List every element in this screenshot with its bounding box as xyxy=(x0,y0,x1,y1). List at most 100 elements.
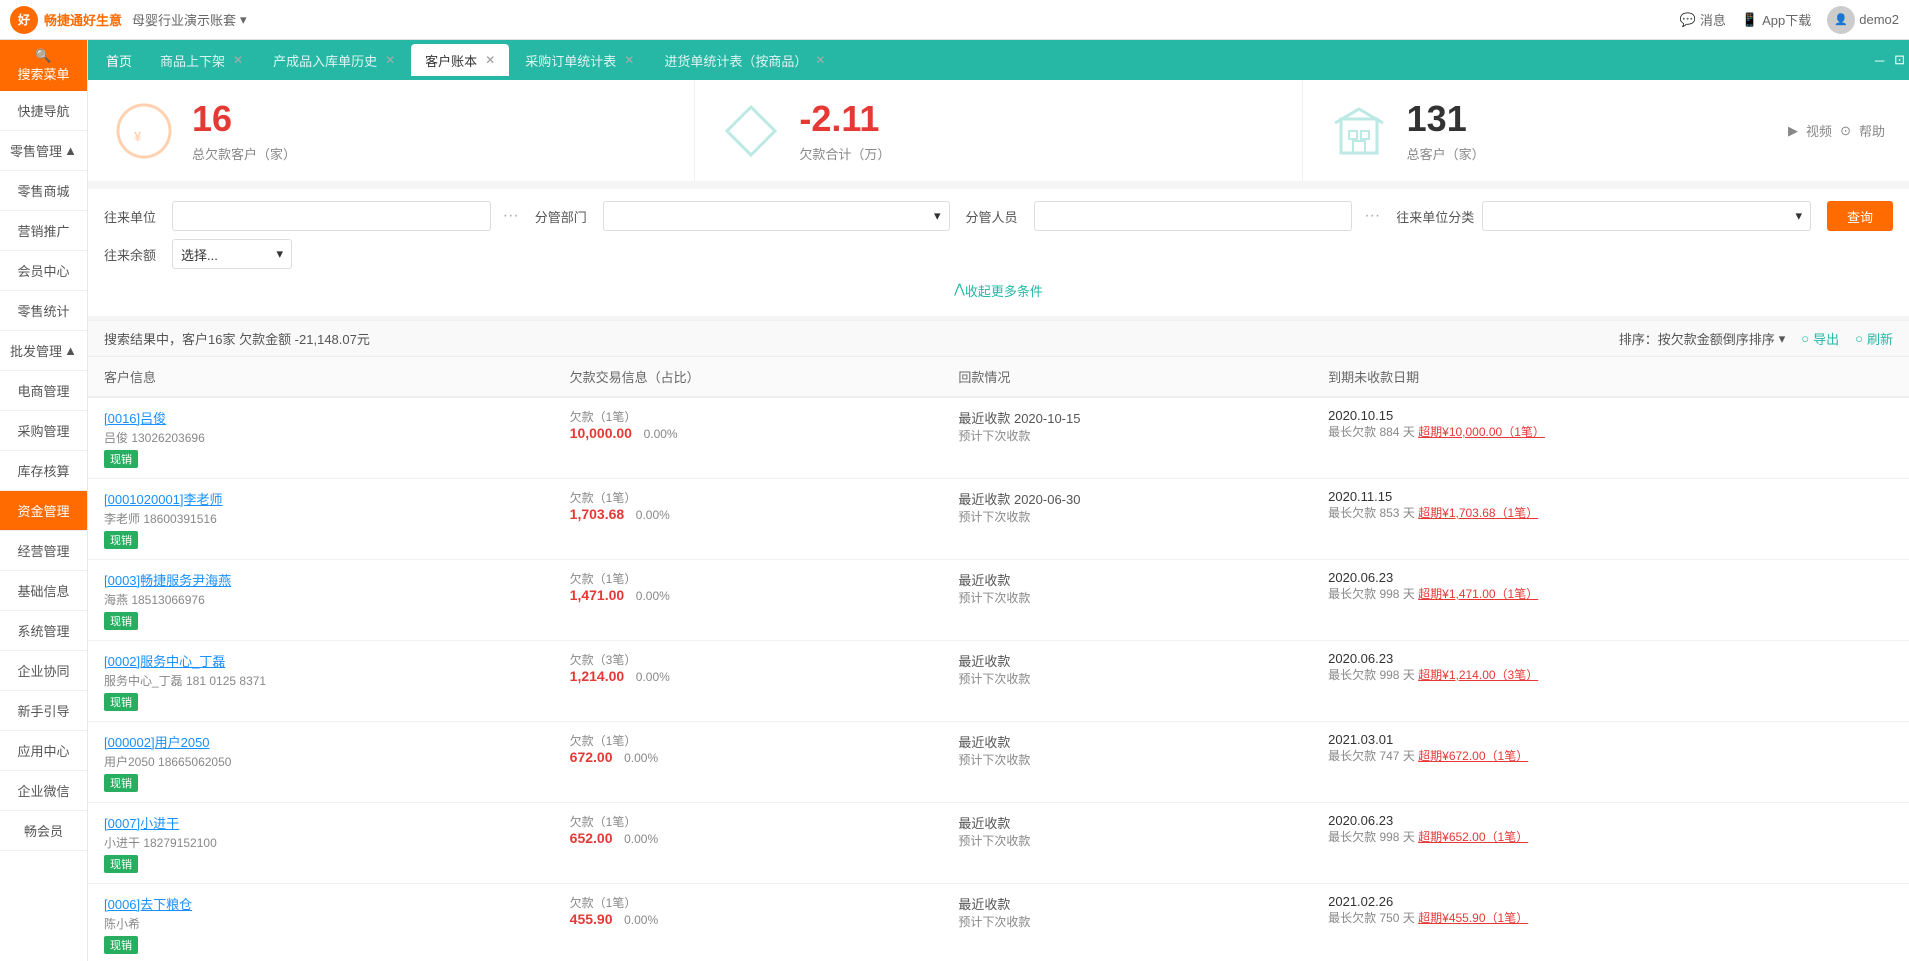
debt-amount-2[interactable]: 1,471.00 xyxy=(570,587,625,603)
window-minimize-icon[interactable]: － xyxy=(1873,51,1886,70)
debt-count-6: 欠款（1笔） xyxy=(570,894,927,911)
tab-finished-goods[interactable]: 产成品入库单历史 ✕ xyxy=(259,44,409,76)
sidebar-item-newbie[interactable]: 新手引导 xyxy=(0,691,87,731)
sidebar-item-retail-mgmt[interactable]: 零售管理▲ xyxy=(0,131,87,171)
tab-product-listing[interactable]: 商品上下架 ✕ xyxy=(146,44,257,76)
overdue-amt-2[interactable]: 超期¥1,471.00（1笔） xyxy=(1418,587,1538,601)
user-area[interactable]: 👤 demo2 xyxy=(1827,6,1899,34)
sidebar-item-wecom[interactable]: 企业微信 xyxy=(0,771,87,811)
filter-balance-label: 往来余额 xyxy=(104,245,164,264)
customer-name-4[interactable]: [000002]用户2050 xyxy=(104,732,538,751)
cell-due-0: 2020.10.15 最长欠款 884 天 超期¥10,000.00（1笔） xyxy=(1312,397,1909,479)
chevron-down-icon: ▾ xyxy=(1795,208,1802,224)
top-bar-right: 💬 消息 📱 App下载 👤 demo2 xyxy=(1680,6,1899,34)
filter-unit-dots[interactable]: ··· xyxy=(503,207,519,225)
filter-unit-input[interactable] xyxy=(172,201,491,231)
sidebar-item-basic-info[interactable]: 基础信息 xyxy=(0,571,87,611)
cell-customer-1: [0001020001]李老师 李老师 18600391516 现销 xyxy=(88,479,554,560)
tab-goods-summary[interactable]: 进货单统计表（按商品） ✕ xyxy=(650,44,839,76)
debt-amount-5[interactable]: 652.00 xyxy=(570,830,613,846)
stat-debt-customers-info: 16 总欠款客户（家） xyxy=(192,98,296,163)
overdue-amt-3[interactable]: 超期¥1,214.00（3笔） xyxy=(1418,668,1538,682)
filter-unit: 往来单位 ··· xyxy=(104,201,519,231)
debt-count-5: 欠款（1笔） xyxy=(570,813,927,830)
tab-customer-account-close[interactable]: ✕ xyxy=(485,53,495,67)
debt-amount-4[interactable]: 672.00 xyxy=(570,749,613,765)
sidebar-item-apps[interactable]: 应用中心 xyxy=(0,731,87,771)
window-maximize-icon[interactable]: ⊡ xyxy=(1894,52,1905,68)
tab-purchase-summary[interactable]: 采购订单统计表 ✕ xyxy=(511,44,648,76)
sidebar-search[interactable]: 🔍 搜索菜单 xyxy=(0,40,87,91)
filter-category: 往来单位分类 ▾ xyxy=(1396,201,1811,231)
tab-finished-goods-close[interactable]: ✕ xyxy=(385,53,395,67)
customer-name-1[interactable]: [0001020001]李老师 xyxy=(104,489,538,508)
table-row: [0002]服务中心_丁磊 服务中心_丁磊 181 0125 8371 现销 欠… xyxy=(88,641,1909,722)
cell-debt-3: 欠款（3笔） 1,214.00 0.00% xyxy=(554,641,943,722)
overdue-amt-0[interactable]: 超期¥10,000.00（1笔） xyxy=(1418,425,1545,439)
collapse-row[interactable]: ⋀ 收起更多条件 xyxy=(104,277,1893,304)
tab-goods-summary-close[interactable]: ✕ xyxy=(815,53,825,67)
export-button[interactable]: ○ 导出 xyxy=(1801,329,1839,348)
last-collect-4: 最近收款 xyxy=(958,732,1296,751)
filter-category-select[interactable]: ▾ xyxy=(1482,201,1811,231)
overdue-amt-4[interactable]: 超期¥672.00（1笔） xyxy=(1418,749,1528,763)
results-summary: 搜索结果中，客户16家 欠款金额 -21,148.07元 xyxy=(104,329,370,348)
debt-amount-6[interactable]: 455.90 xyxy=(570,911,613,927)
overdue-amt-6[interactable]: 超期¥455.90（1笔） xyxy=(1418,911,1528,925)
tab-purchase-summary-label: 采购订单统计表 xyxy=(525,51,616,70)
customer-tag-1: 现销 xyxy=(104,531,138,549)
table-row: [0006]去下粮仓 陈小希 现销 欠款（1笔） 455.90 0.00% 最近… xyxy=(88,884,1909,961)
sidebar-item-changhui[interactable]: 畅会员 xyxy=(0,811,87,851)
tab-product-listing-close[interactable]: ✕ xyxy=(233,53,243,67)
cell-collect-3: 最近收款 预计下次收款 xyxy=(942,641,1312,722)
cell-debt-6: 欠款（1笔） 455.90 0.00% xyxy=(554,884,943,961)
sidebar-item-quick-nav[interactable]: 快捷导航 xyxy=(0,91,87,131)
overdue-amt-5[interactable]: 超期¥652.00（1笔） xyxy=(1418,830,1528,844)
app-download-button[interactable]: 📱 App下载 xyxy=(1742,10,1811,29)
sidebar-item-retail-stats[interactable]: 零售统计 xyxy=(0,291,87,331)
sidebar-item-system[interactable]: 系统管理 xyxy=(0,611,87,651)
cell-customer-4: [000002]用户2050 用户2050 18665062050 现销 xyxy=(88,722,554,803)
due-date-5: 2020.06.23 xyxy=(1328,813,1893,828)
customer-name-0[interactable]: [0016]吕俊 xyxy=(104,408,538,427)
message-button[interactable]: 💬 消息 xyxy=(1680,10,1726,29)
next-collect-4: 预计下次收款 xyxy=(958,751,1296,768)
customer-name-5[interactable]: [0007]小进干 xyxy=(104,813,538,832)
brand-select[interactable]: 母婴行业演示账套 ▾ xyxy=(132,10,247,29)
tab-purchase-summary-close[interactable]: ✕ xyxy=(624,53,634,67)
cell-collect-5: 最近收款 预计下次收款 xyxy=(942,803,1312,884)
sidebar-item-finance[interactable]: 资金管理 xyxy=(0,491,87,531)
refresh-button[interactable]: ○ 刷新 xyxy=(1855,329,1893,348)
cell-customer-3: [0002]服务中心_丁磊 服务中心_丁磊 181 0125 8371 现销 xyxy=(88,641,554,722)
debt-amount-3[interactable]: 1,214.00 xyxy=(570,668,625,684)
customer-name-6[interactable]: [0006]去下粮仓 xyxy=(104,894,538,913)
sidebar-item-marketing[interactable]: 营销推广 xyxy=(0,211,87,251)
overdue-amt-1[interactable]: 超期¥1,703.68（1笔） xyxy=(1418,506,1538,520)
sidebar-item-operation[interactable]: 经营管理 xyxy=(0,531,87,571)
debt-amount-1[interactable]: 1,703.68 xyxy=(570,506,625,522)
last-collect-0: 最近收款 2020-10-15 xyxy=(958,408,1296,427)
query-button[interactable]: 查询 xyxy=(1827,201,1893,231)
sidebar-item-ecom[interactable]: 电商管理 xyxy=(0,371,87,411)
debt-pct-1: 0.00% xyxy=(636,508,670,522)
filter-person-input[interactable] xyxy=(1034,201,1353,231)
filter-person-dots[interactable]: ··· xyxy=(1364,207,1380,225)
sidebar-item-wholesale[interactable]: 批发管理▲ xyxy=(0,331,87,371)
sidebar-item-enterprise[interactable]: 企业协同 xyxy=(0,651,87,691)
tab-customer-account[interactable]: 客户账本 ✕ xyxy=(411,44,509,76)
sidebar-item-purchase[interactable]: 采购管理 xyxy=(0,411,87,451)
sidebar-item-retail-mall[interactable]: 零售商城 xyxy=(0,171,87,211)
message-icon: 💬 xyxy=(1680,12,1696,28)
customer-phone-3: 服务中心_丁磊 181 0125 8371 xyxy=(104,672,538,689)
last-collect-2: 最近收款 xyxy=(958,570,1296,589)
sidebar-item-member[interactable]: 会员中心 xyxy=(0,251,87,291)
sort-button[interactable]: 排序：按欠款金额倒序排序 ▾ xyxy=(1619,329,1786,348)
filter-balance-select[interactable]: 选择... ▾ xyxy=(172,239,292,269)
customer-name-2[interactable]: [0003]畅捷服务尹海燕 xyxy=(104,570,538,589)
customer-name-3[interactable]: [0002]服务中心_丁磊 xyxy=(104,651,538,670)
stat-card-right: ▶ 视频 ⊙ 帮助 xyxy=(1788,121,1885,140)
sidebar-item-inventory[interactable]: 库存核算 xyxy=(0,451,87,491)
tab-home[interactable]: 首页 xyxy=(92,44,146,76)
debt-amount-0[interactable]: 10,000.00 xyxy=(570,425,632,441)
filter-dept-select[interactable]: ▾ xyxy=(603,201,950,231)
